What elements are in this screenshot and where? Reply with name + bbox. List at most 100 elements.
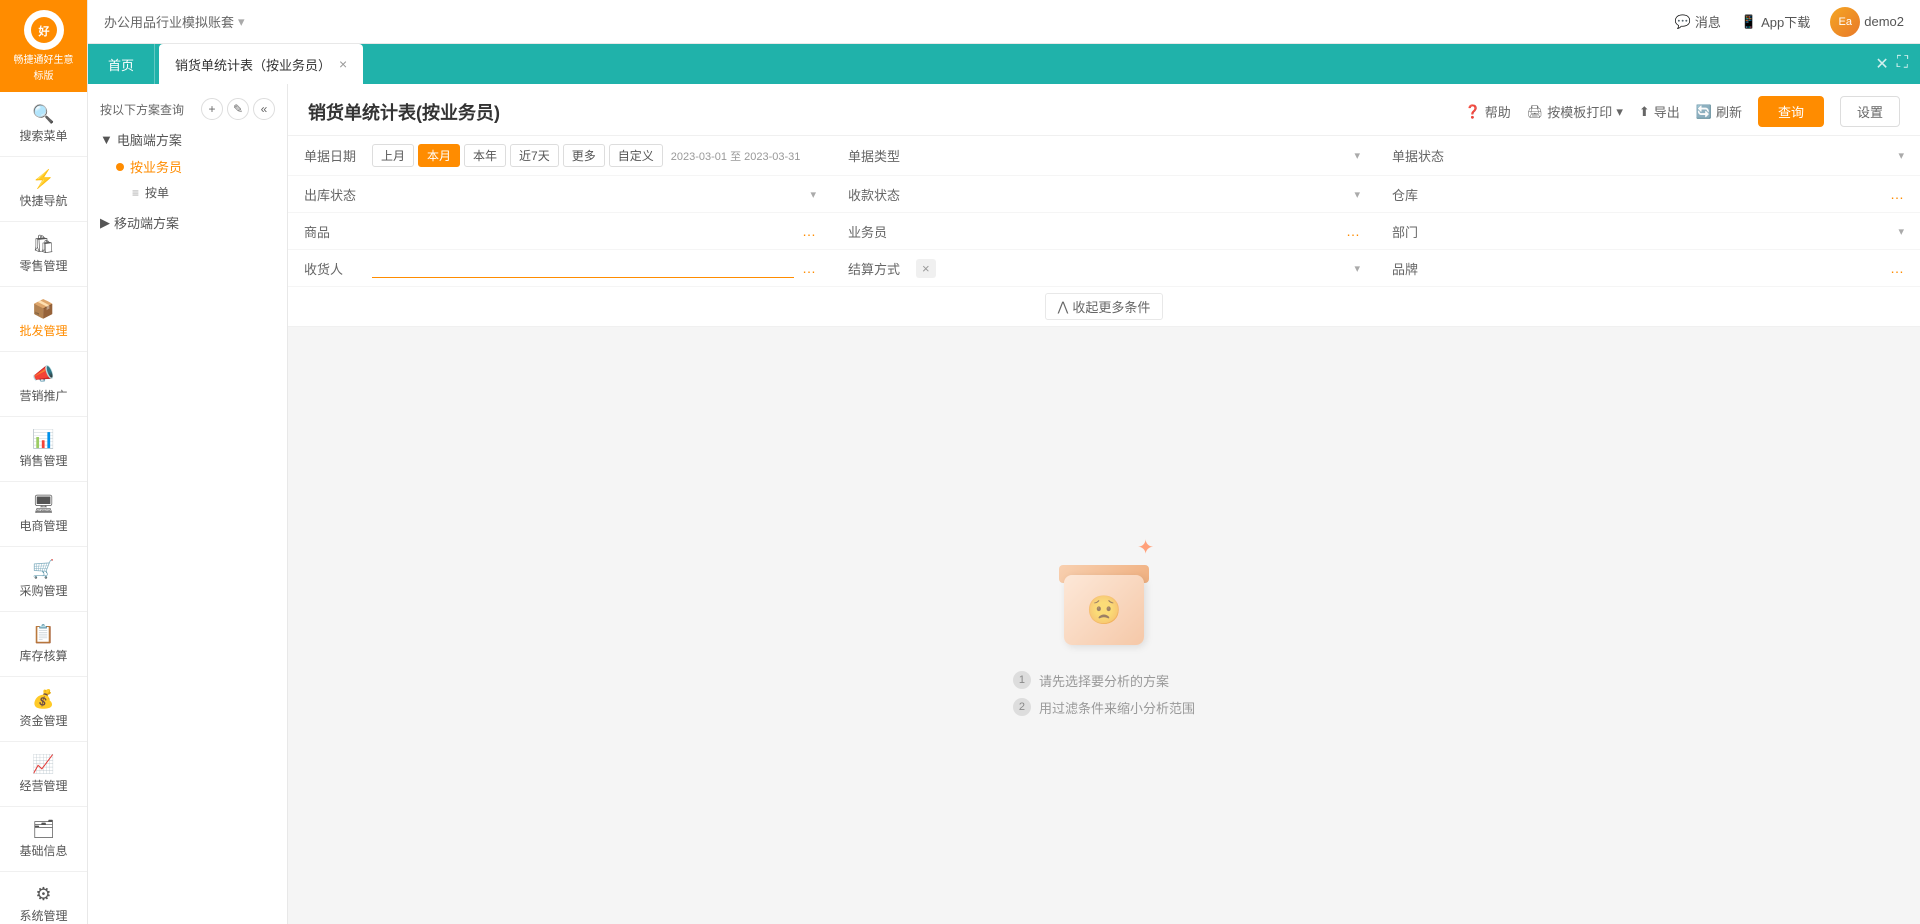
doc-status-select[interactable] — [1460, 146, 1894, 166]
filter-staff-cell: 业务员 … — [832, 213, 1376, 250]
sidebar-item-label: 采购管理 — [19, 582, 67, 599]
date-this-year-btn[interactable]: 本年 — [464, 144, 506, 167]
phone-icon: 📱 — [1741, 14, 1757, 30]
out-status-select-wrapper[interactable]: ▾ — [372, 184, 816, 204]
active-indicator — [116, 163, 124, 171]
hint-text-2: 用过滤条件来缩小分析范围 — [1039, 698, 1195, 717]
sidebar-item-finance[interactable]: 💰 资金管理 — [0, 677, 87, 742]
consignee-more-icon[interactable]: … — [802, 260, 816, 276]
receipt-status-select-wrapper[interactable]: ▾ — [916, 184, 1360, 204]
warehouse-more-icon[interactable]: … — [1890, 186, 1904, 202]
export-btn[interactable]: ⬆ 导出 — [1639, 102, 1680, 121]
edit-plan-btn[interactable]: ✎ — [227, 98, 249, 120]
window-close-btn[interactable]: ✕ — [1875, 54, 1888, 74]
account-name: 办公用品行业模拟账套 — [104, 12, 234, 31]
refresh-btn[interactable]: 🔄 刷新 — [1696, 102, 1742, 121]
date-more-btn[interactable]: 更多 — [563, 144, 605, 167]
sidebar-item-label: 搜索菜单 — [19, 127, 67, 144]
sidebar-item-wholesale[interactable]: 📦 批发管理 — [0, 287, 87, 352]
finance-icon: 💰 — [32, 689, 54, 710]
date-last7-btn[interactable]: 近7天 — [510, 144, 559, 167]
staff-input[interactable] — [916, 221, 1338, 241]
date-this-month-btn[interactable]: 本月 — [418, 144, 460, 167]
export-icon: ⬆ — [1639, 104, 1650, 120]
sidebar-item-operations[interactable]: 📈 经营管理 — [0, 742, 87, 807]
filter-row-4: 收货人 … 结算方式 × — [288, 250, 1920, 287]
app-download-btn[interactable]: 📱 App下载 — [1741, 12, 1810, 31]
tab-active[interactable]: 销货单统计表（按业务员） × — [159, 44, 363, 84]
tab-home[interactable]: 首页 — [88, 44, 155, 84]
consignee-label: 收货人 — [304, 259, 364, 278]
out-status-select[interactable] — [372, 184, 806, 204]
window-max-btn[interactable]: ⛶ — [1897, 54, 1908, 74]
tree-plan-staff[interactable]: 按业务员 — [88, 153, 287, 180]
dept-chevron-icon: ▾ — [1898, 225, 1904, 238]
dept-select[interactable] — [1460, 221, 1894, 241]
payment-select[interactable] — [940, 258, 1351, 278]
svg-text:好: 好 — [37, 24, 49, 38]
tree-expand-icon-mobile: ▶ — [100, 215, 110, 231]
sidebar-item-label: 零售管理 — [19, 257, 67, 274]
sidebar-item-ecom[interactable]: 🖥 电商管理 — [0, 482, 87, 547]
staff-more-icon[interactable]: … — [1346, 223, 1360, 239]
sidebar-item-inventory[interactable]: 📋 库存核算 — [0, 612, 87, 677]
wholesale-icon: 📦 — [32, 299, 54, 320]
product-more-icon[interactable]: … — [802, 223, 816, 239]
warehouse-label: 仓库 — [1392, 185, 1452, 204]
sidebar-item-system[interactable]: ⚙ 系统管理 — [0, 872, 87, 924]
filter-row-3: 商品 … 业务员 … 部门 — [288, 213, 1920, 250]
help-btn[interactable]: ❓ 帮助 — [1465, 102, 1511, 121]
sidebar-item-label: 资金管理 — [19, 712, 67, 729]
account-dropdown[interactable]: 办公用品行业模拟账套 ▾ — [104, 12, 245, 31]
product-input[interactable] — [372, 221, 794, 241]
sidebar-item-search[interactable]: 🔍 搜索菜单 — [0, 92, 87, 157]
filter-date-cell: 单据日期 上月 本月 本年 近7天 更多 自定义 2023-03-01 至 20… — [288, 136, 832, 176]
tree-desktop-group[interactable]: ▼ 电脑端方案 — [88, 126, 287, 153]
brand-input[interactable] — [1460, 258, 1882, 278]
messages-btn[interactable]: 💬 消息 — [1675, 12, 1721, 31]
date-custom-btn[interactable]: 自定义 — [609, 144, 663, 167]
sidebar-item-label: 经营管理 — [19, 777, 67, 794]
print-icon: 🖨 — [1527, 104, 1544, 120]
collapse-conditions-btn[interactable]: ⋀ 收起更多条件 — [1045, 293, 1164, 320]
sidebar-item-label: 营销推广 — [19, 387, 67, 404]
add-plan-btn[interactable]: + — [201, 98, 223, 120]
nav-icon: ⚡ — [32, 169, 54, 190]
date-label: 单据日期 — [304, 146, 364, 165]
collapse-btn-label: 收起更多条件 — [1072, 297, 1150, 316]
consignee-input[interactable] — [372, 258, 794, 278]
filter-panel: 单据日期 上月 本月 本年 近7天 更多 自定义 2023-03-01 至 20… — [288, 136, 1920, 327]
payment-select-wrapper[interactable]: ▾ — [940, 258, 1360, 278]
sidebar-item-nav[interactable]: ⚡ 快捷导航 — [0, 157, 87, 222]
logo-icon: 好 — [24, 10, 64, 50]
retail-icon: 🛍 — [32, 234, 55, 255]
date-last-month-btn[interactable]: 上月 — [372, 144, 414, 167]
doc-status-select-wrapper[interactable]: ▾ — [1460, 146, 1904, 166]
sidebar-item-sales[interactable]: 📊 销售管理 — [0, 417, 87, 482]
top-bar-left: 办公用品行业模拟账套 ▾ — [104, 12, 245, 31]
home-label: 首页 — [108, 55, 134, 74]
settings-btn[interactable]: 设置 — [1840, 96, 1900, 127]
tree-plan-order[interactable]: ≡ 按单 — [88, 180, 287, 205]
brand-more-icon[interactable]: … — [1890, 260, 1904, 276]
staff-label: 业务员 — [848, 222, 908, 241]
query-btn[interactable]: 查询 — [1758, 96, 1824, 127]
collapse-panel-btn[interactable]: « — [253, 98, 275, 120]
sidebar-item-base-info[interactable]: 🗂 基础信息 — [0, 807, 87, 872]
sidebar-item-retail[interactable]: 🛍 零售管理 — [0, 222, 87, 287]
doc-type-select[interactable] — [916, 146, 1350, 166]
tab-close-btn[interactable]: × — [339, 56, 347, 72]
payment-tag-x[interactable]: × — [922, 261, 930, 276]
sidebar-item-label: 基础信息 — [19, 842, 67, 859]
doc-status-chevron-icon: ▾ — [1898, 149, 1904, 162]
doc-type-select-wrapper[interactable]: ▾ — [916, 146, 1360, 166]
sidebar-item-purchase[interactable]: 🛒 采购管理 — [0, 547, 87, 612]
user-profile-btn[interactable]: Ea demo2 — [1830, 7, 1904, 37]
warehouse-input[interactable] — [1460, 184, 1882, 204]
tree-mobile-group[interactable]: ▶ 移动端方案 — [88, 209, 287, 236]
doc-status-label: 单据状态 — [1392, 146, 1452, 165]
sidebar-item-marketing[interactable]: 📣 营销推广 — [0, 352, 87, 417]
template-print-btn[interactable]: 🖨 按模板打印 ▾ — [1527, 102, 1623, 121]
receipt-status-select[interactable] — [916, 184, 1350, 204]
dept-select-wrapper[interactable]: ▾ — [1460, 221, 1904, 241]
